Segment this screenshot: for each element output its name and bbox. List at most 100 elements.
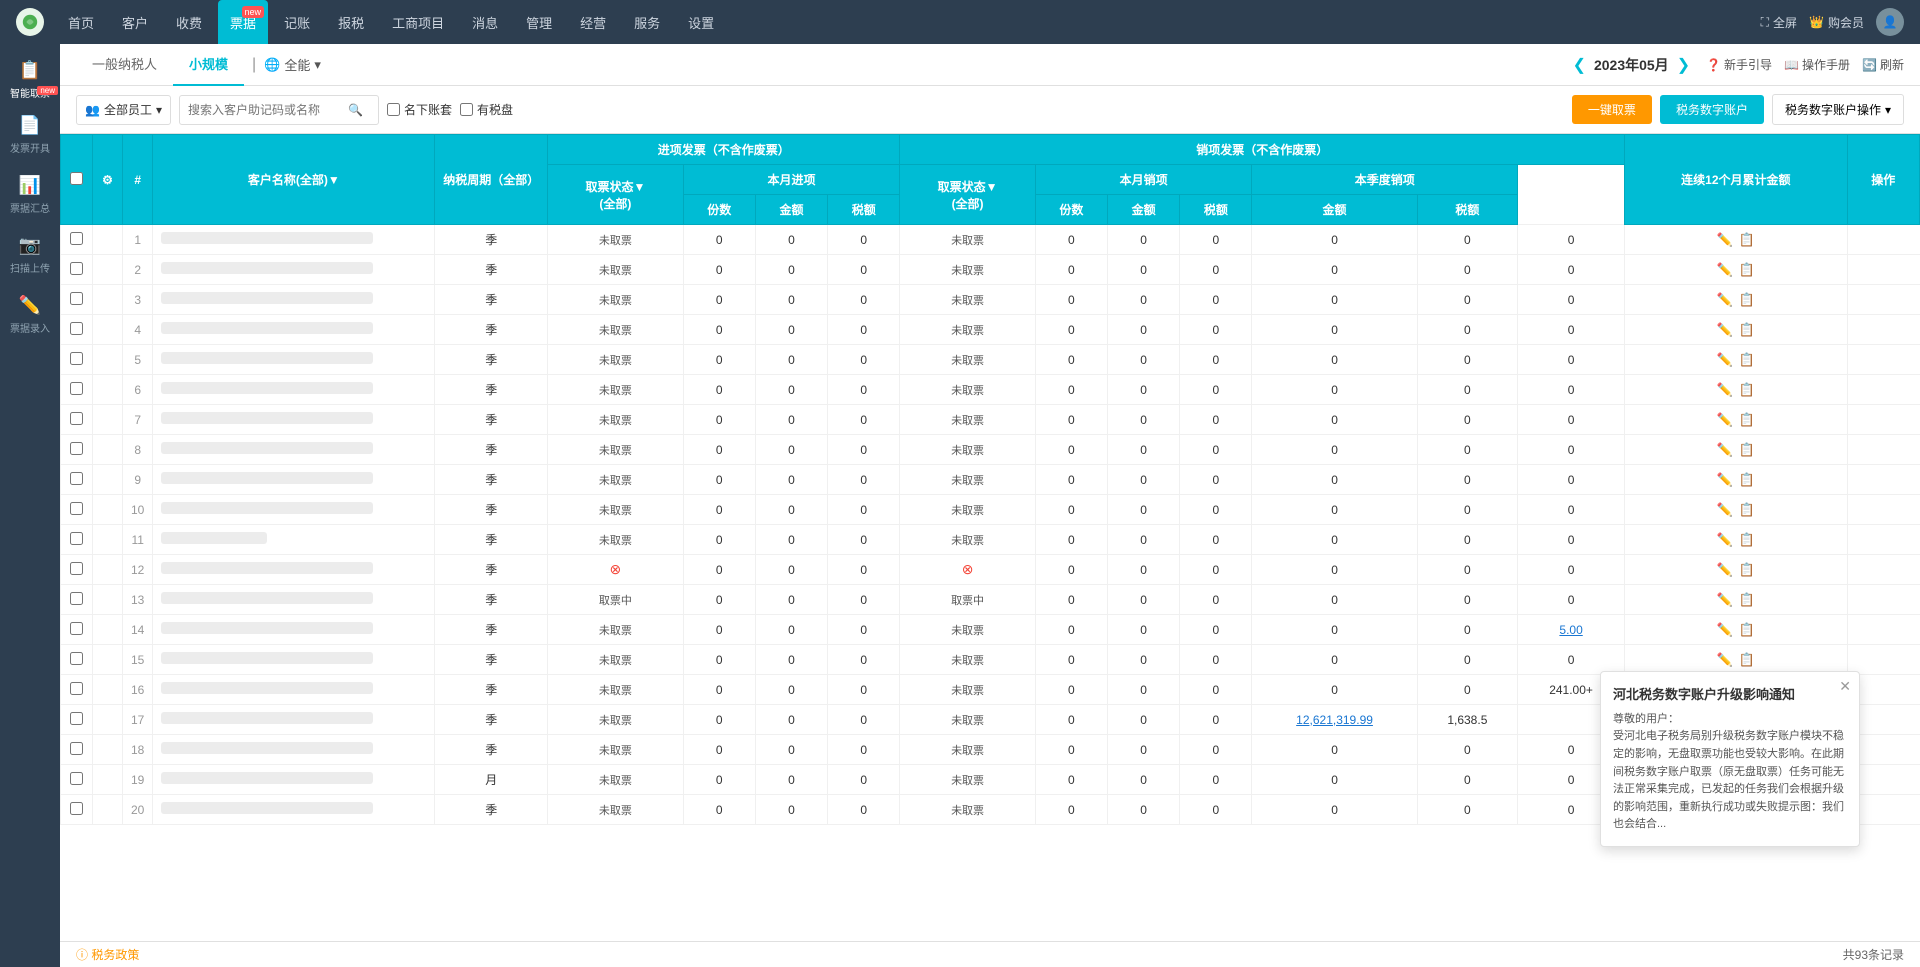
row-out-status[interactable]: 未取票	[900, 675, 1035, 705]
edit-icon[interactable]: ✏️	[1717, 292, 1733, 308]
row-in-status[interactable]: 未取票	[548, 525, 683, 555]
row-checkbox-cell[interactable]	[61, 675, 93, 705]
notification-close-btn[interactable]: ✕	[1839, 678, 1851, 695]
row-out-status[interactable]: 未取票	[900, 315, 1035, 345]
employee-select[interactable]: 👥 全部员工 ▾	[76, 95, 171, 125]
nav-client[interactable]: 客户	[110, 0, 160, 44]
row-checkbox-cell[interactable]	[61, 375, 93, 405]
row-in-status[interactable]: 未取票	[548, 465, 683, 495]
row-out-status[interactable]: 未取票	[900, 525, 1035, 555]
row-checkbox-cell[interactable]	[61, 705, 93, 735]
row-out-status[interactable]: 未取票	[900, 615, 1035, 645]
copy-icon[interactable]: 📋	[1739, 382, 1755, 398]
row-checkbox-cell[interactable]	[61, 585, 93, 615]
sidebar-item-invoice-summary[interactable]: 📊 票据汇总	[2, 167, 58, 223]
row-checkbox[interactable]	[70, 292, 83, 305]
settings-icon[interactable]: ⚙	[102, 173, 113, 187]
row-checkbox[interactable]	[70, 772, 83, 785]
sidebar-item-invoice-issue[interactable]: 📄 发票开具	[2, 107, 58, 163]
btn-new-guide[interactable]: ❓ 新手引导	[1706, 56, 1772, 73]
row-client-name[interactable]	[153, 585, 435, 615]
row-client-name[interactable]	[153, 525, 435, 555]
nav-tax[interactable]: 报税	[326, 0, 376, 44]
row-checkbox-cell[interactable]	[61, 525, 93, 555]
row-checkbox[interactable]	[70, 562, 83, 575]
tab-small-scale[interactable]: 小规模	[173, 44, 244, 86]
edit-icon[interactable]: ✏️	[1717, 352, 1733, 368]
edit-icon[interactable]: ✏️	[1717, 262, 1733, 278]
row-checkbox-cell[interactable]	[61, 255, 93, 285]
row-client-name[interactable]	[153, 315, 435, 345]
row-checkbox-cell[interactable]	[61, 615, 93, 645]
nav-invoice[interactable]: 票据 new	[218, 0, 268, 44]
row-client-name[interactable]	[153, 615, 435, 645]
row-checkbox-cell[interactable]	[61, 765, 93, 795]
copy-icon[interactable]: 📋	[1739, 292, 1755, 308]
row-client-name[interactable]	[153, 345, 435, 375]
row-checkbox[interactable]	[70, 802, 83, 815]
row-checkbox[interactable]	[70, 262, 83, 275]
nav-service[interactable]: 服务	[622, 0, 672, 44]
edit-icon[interactable]: ✏️	[1717, 562, 1733, 578]
row-client-name[interactable]	[153, 495, 435, 525]
row-client-name[interactable]	[153, 435, 435, 465]
tax-policy-link[interactable]: ⓘ 税务政策	[76, 946, 139, 963]
row-client-name[interactable]	[153, 255, 435, 285]
copy-icon[interactable]: 📋	[1739, 232, 1755, 248]
row-checkbox-cell[interactable]	[61, 435, 93, 465]
edit-icon[interactable]: ✏️	[1717, 622, 1733, 638]
row-out-status[interactable]: 未取票	[900, 765, 1035, 795]
nav-operation[interactable]: 经营	[568, 0, 618, 44]
copy-icon[interactable]: 📋	[1739, 352, 1755, 368]
row-out-status[interactable]: 未取票	[900, 375, 1035, 405]
row-client-name[interactable]	[153, 285, 435, 315]
edit-icon[interactable]: ✏️	[1717, 382, 1733, 398]
row-out-status[interactable]: 未取票	[900, 285, 1035, 315]
edit-icon[interactable]: ✏️	[1717, 442, 1733, 458]
btn-manual[interactable]: 📖 操作手册	[1784, 56, 1850, 73]
row-in-status[interactable]: 未取票	[548, 405, 683, 435]
row-out-status[interactable]: 未取票	[900, 465, 1035, 495]
row-in-status[interactable]: 未取票	[548, 765, 683, 795]
row-checkbox[interactable]	[70, 532, 83, 545]
nav-manage[interactable]: 管理	[514, 0, 564, 44]
row-out-status[interactable]: 未取票	[900, 735, 1035, 765]
search-box[interactable]: 🔍	[179, 95, 379, 125]
row-out-status[interactable]: 未取票	[900, 435, 1035, 465]
row-in-status[interactable]: 未取票	[548, 705, 683, 735]
copy-icon[interactable]: 📋	[1739, 502, 1755, 518]
row-in-status[interactable]: 未取票	[548, 795, 683, 825]
row-out-status[interactable]: 未取票	[900, 495, 1035, 525]
row-in-status[interactable]: 取票中	[548, 585, 683, 615]
row-checkbox[interactable]	[70, 322, 83, 335]
row-out-status[interactable]: 未取票	[900, 705, 1035, 735]
row-out-status[interactable]: 未取票	[900, 645, 1035, 675]
copy-icon[interactable]: 📋	[1739, 322, 1755, 338]
row-checkbox-cell[interactable]	[61, 555, 93, 585]
edit-icon[interactable]: ✏️	[1717, 532, 1733, 548]
row-checkbox[interactable]	[70, 652, 83, 665]
period-prev-btn[interactable]: ❮	[1573, 55, 1586, 75]
row-checkbox[interactable]	[70, 502, 83, 515]
row-checkbox[interactable]	[70, 712, 83, 725]
btn-digital-operations[interactable]: 税务数字账户操作 ▾	[1772, 94, 1904, 125]
copy-icon[interactable]: 📋	[1739, 652, 1755, 668]
row-client-name[interactable]	[153, 675, 435, 705]
row-out-status[interactable]: 未取票	[900, 795, 1035, 825]
sidebar-item-scan-upload[interactable]: 📷 扫描上传	[2, 227, 58, 283]
th-settings[interactable]: ⚙	[93, 135, 123, 225]
row-in-status[interactable]: 未取票	[548, 735, 683, 765]
search-input[interactable]	[188, 103, 348, 117]
tab-all-ability[interactable]: 🌐 全能 ▾	[264, 55, 321, 74]
row-in-status[interactable]: 未取票	[548, 285, 683, 315]
nav-message[interactable]: 消息	[460, 0, 510, 44]
row-client-name[interactable]	[153, 795, 435, 825]
row-in-status[interactable]: ⊗	[548, 555, 683, 585]
copy-icon[interactable]: 📋	[1739, 412, 1755, 428]
membership-btn[interactable]: 👑 购会员	[1809, 14, 1864, 31]
edit-icon[interactable]: ✏️	[1717, 412, 1733, 428]
row-checkbox[interactable]	[70, 472, 83, 485]
row-out-status[interactable]: ⊗	[900, 555, 1035, 585]
row-checkbox[interactable]	[70, 382, 83, 395]
edit-icon[interactable]: ✏️	[1717, 322, 1733, 338]
